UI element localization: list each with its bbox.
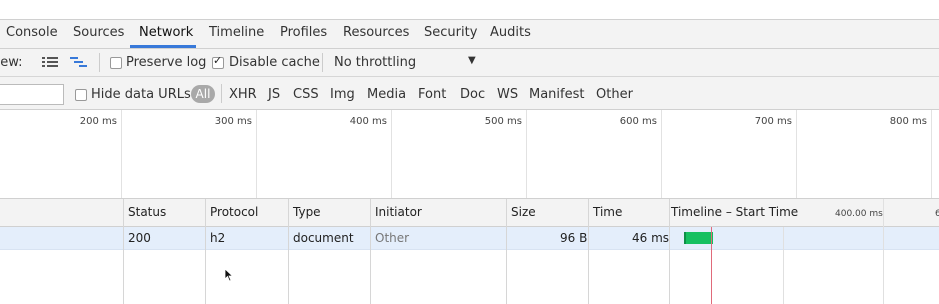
column-divider[interactable] — [123, 199, 124, 304]
tab-network[interactable]: Network — [139, 25, 193, 40]
overview-tick: 200 ms — [79, 116, 117, 127]
filter-media-button[interactable]: Media — [367, 87, 406, 102]
filter-css-button[interactable]: CSS — [293, 87, 319, 102]
chevron-down-icon[interactable]: ▼ — [468, 55, 476, 66]
column-header-size[interactable]: Size — [511, 205, 536, 219]
disable-cache-checkbox[interactable] — [212, 54, 224, 69]
table-row[interactable]: 200 h2 document Other 96 B 46 ms — [0, 227, 939, 250]
overview-gridline — [526, 110, 527, 198]
row-initiator: Other — [375, 231, 410, 245]
filter-doc-button[interactable]: Doc — [460, 87, 485, 102]
filter-img-button[interactable]: Img — [330, 87, 355, 102]
column-divider[interactable] — [370, 199, 371, 304]
tab-profiles[interactable]: Profiles — [280, 25, 327, 40]
tab-resources[interactable]: Resources — [343, 25, 409, 40]
overview-tick: 800 ms — [889, 116, 927, 127]
hide-data-urls-checkbox[interactable] — [75, 89, 87, 101]
row-protocol: h2 — [210, 231, 226, 245]
load-event-marker — [711, 227, 712, 304]
timeline-gridline — [783, 227, 784, 304]
toolbar-divider — [322, 53, 323, 72]
column-divider[interactable] — [506, 199, 507, 304]
row-time: 46 ms — [632, 231, 670, 245]
overview-gridline — [256, 110, 257, 198]
timeline-gridline — [883, 199, 884, 304]
overview-gridline — [931, 110, 932, 198]
overview-waterfall-icon[interactable] — [70, 56, 88, 68]
overview-gridline — [661, 110, 662, 198]
column-divider[interactable] — [669, 199, 670, 304]
preserve-log-checkbox[interactable] — [110, 57, 122, 69]
filter-xhr-button[interactable]: XHR — [229, 87, 257, 102]
large-rows-icon[interactable] — [42, 56, 58, 68]
overview-tick: 500 ms — [484, 116, 522, 127]
tab-timeline[interactable]: Timeline — [209, 25, 264, 40]
column-header-status[interactable]: Status — [128, 205, 166, 219]
filter-ws-button[interactable]: WS — [497, 87, 518, 102]
filter-js-button[interactable]: JS — [268, 87, 280, 102]
overview-tick: 600 ms — [619, 116, 657, 127]
waterfall-bar — [684, 232, 713, 244]
active-tab-indicator — [130, 45, 196, 48]
requests-table-header: Status Protocol Type Initiator Size Time… — [0, 199, 939, 227]
throttling-select[interactable]: No throttling — [334, 55, 416, 70]
overview-gridline — [796, 110, 797, 198]
column-header-time[interactable]: Time — [593, 205, 622, 219]
network-toolbar: View: Preserve log Disable cache No thro… — [0, 49, 939, 77]
overview-gridline — [121, 110, 122, 198]
column-header-timeline[interactable]: Timeline – Start Time — [671, 205, 798, 219]
toolbar-divider — [99, 53, 100, 72]
row-type: document — [293, 231, 354, 245]
tab-sources[interactable]: Sources — [73, 25, 124, 40]
view-label: View: — [0, 55, 23, 70]
hide-data-urls-label: Hide data URLs — [91, 87, 191, 102]
overview-tick: 300 ms — [214, 116, 252, 127]
filter-all-button[interactable]: All — [191, 85, 215, 103]
filter-manifest-button[interactable]: Manifest — [529, 87, 584, 102]
preserve-log-label: Preserve log — [126, 55, 207, 70]
disable-cache-label: Disable cache — [229, 55, 320, 70]
overview-gridline — [391, 110, 392, 198]
column-divider[interactable] — [588, 199, 589, 304]
filter-other-button[interactable]: Other — [596, 87, 633, 102]
column-header-protocol[interactable]: Protocol — [210, 205, 258, 219]
network-overview[interactable]: 200 ms 300 ms 400 ms 500 ms 600 ms 700 m… — [0, 110, 939, 199]
filter-input[interactable] — [0, 84, 64, 105]
devtools-tab-bar: Console Sources Network Timeline Profile… — [0, 20, 939, 49]
row-size: 96 B — [560, 231, 588, 245]
mouse-cursor-icon — [224, 268, 234, 282]
row-status: 200 — [128, 231, 151, 245]
column-divider[interactable] — [288, 199, 289, 304]
filter-divider — [221, 84, 222, 103]
column-header-initiator[interactable]: Initiator — [375, 205, 422, 219]
tab-security[interactable]: Security — [424, 25, 477, 40]
column-divider[interactable] — [205, 199, 206, 304]
column-header-type[interactable]: Type — [293, 205, 321, 219]
filter-font-button[interactable]: Font — [418, 87, 446, 102]
overview-tick: 700 ms — [754, 116, 792, 127]
tab-console[interactable]: Console — [6, 25, 58, 40]
overview-tick: 400 ms — [349, 116, 387, 127]
window-top-strip — [0, 0, 939, 20]
timeline-tick-partial: 6 — [935, 209, 939, 219]
timeline-tick: 400.00 ms — [835, 209, 883, 219]
tab-audits[interactable]: Audits — [490, 25, 531, 40]
